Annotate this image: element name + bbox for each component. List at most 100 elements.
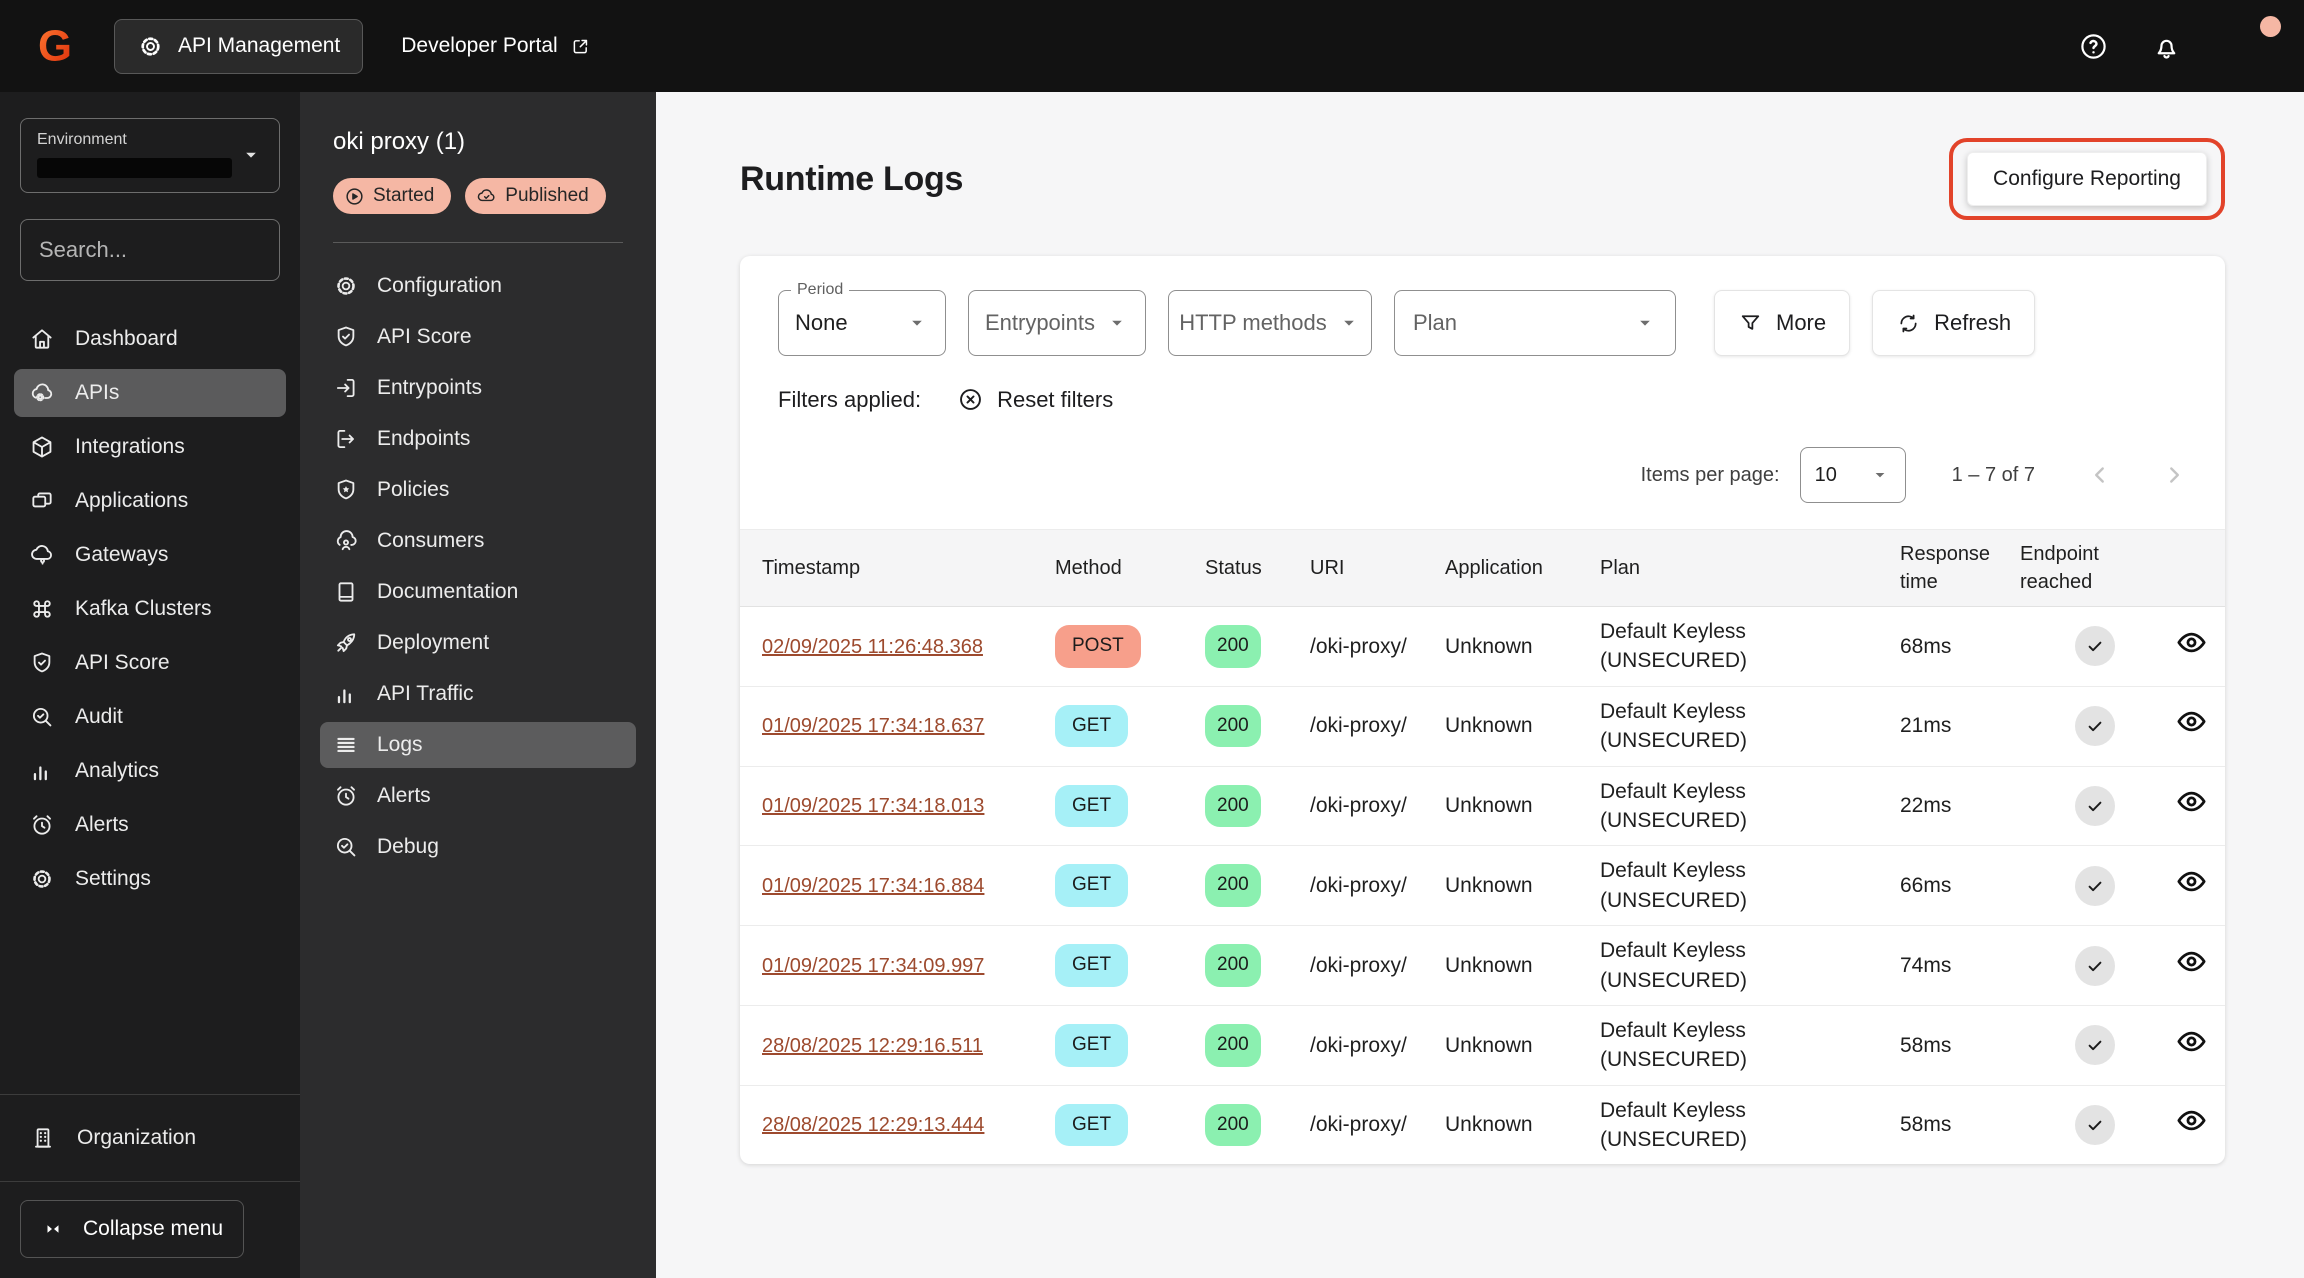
api-menu-item-endpoints[interactable]: Endpoints	[320, 416, 636, 462]
logs-card: Period None Entrypoints HTTP methods Pla…	[740, 256, 2225, 1165]
api-menu-item-deployment[interactable]: Deployment	[320, 620, 636, 666]
funnel-icon	[1738, 311, 1763, 336]
log-timestamp-link[interactable]: 01/09/2025 17:34:18.013	[762, 795, 984, 817]
api-menu-item-label: Documentation	[377, 580, 519, 603]
page-title: Runtime Logs	[740, 159, 964, 198]
user-avatar[interactable]	[2224, 16, 2281, 71]
next-page-button[interactable]	[2161, 462, 2187, 488]
collapse-menu-button[interactable]: Collapse menu	[20, 1200, 245, 1258]
view-log-details-button[interactable]	[2175, 626, 2208, 659]
sidebar-item-alerts[interactable]: Alerts	[14, 801, 286, 849]
check-icon	[2085, 876, 2105, 896]
sidebar-item-dashboard[interactable]: Dashboard	[14, 315, 286, 363]
response-time-cell: 66ms	[1900, 874, 1952, 898]
endpoint-reached-check-icon	[2075, 1105, 2115, 1146]
view-log-details-button[interactable]	[2175, 1025, 2208, 1058]
log-timestamp-link[interactable]: 01/09/2025 17:34:16.884	[762, 875, 984, 897]
sidebar-search[interactable]	[20, 219, 351, 281]
uri-cell: /oki-proxy/	[1310, 714, 1407, 738]
kafka-icon	[29, 596, 55, 622]
view-log-details-button[interactable]	[2175, 1104, 2208, 1137]
api-menu-item-alerts[interactable]: Alerts	[320, 773, 636, 819]
sidebar-item-label: Analytics	[75, 759, 160, 782]
api-menu-item-entrypoints[interactable]: Entrypoints	[320, 365, 636, 411]
sidebar-item-api-score[interactable]: API Score	[14, 639, 286, 687]
application-cell: Unknown	[1445, 794, 1533, 818]
table-body: 02/09/2025 11:26:48.368 POST 200/oki-proxy…	[740, 607, 2225, 1164]
sidebar-item-analytics[interactable]: Analytics	[14, 747, 286, 795]
status-badge: 200	[1205, 864, 1261, 908]
sidebar-item-kafka-clusters[interactable]: Kafka Clusters	[14, 585, 286, 633]
log-row: 02/09/2025 11:26:48.368 POST 200/oki-proxy…	[740, 607, 2225, 687]
endpoint-reached-check-icon	[2075, 1025, 2115, 1066]
environment-value-redacted	[37, 158, 232, 178]
column-header-method: Method	[1055, 557, 1122, 579]
view-log-details-button[interactable]	[2175, 705, 2208, 738]
gravitee-logo-icon[interactable]: G	[30, 21, 80, 71]
app-switcher-button[interactable]: API Management	[114, 18, 364, 74]
application-cell: Unknown	[1445, 874, 1533, 898]
view-log-details-button[interactable]	[2175, 945, 2208, 978]
column-header-timestamp: Timestamp	[762, 557, 861, 579]
log-timestamp-link[interactable]: 28/08/2025 12:29:13.444	[762, 1114, 984, 1136]
sidebar-item-applications[interactable]: Applications	[14, 477, 286, 525]
api-menu-item-label: Consumers	[377, 529, 485, 552]
plan-cell: Default Keyless (UNSECURED)	[1600, 620, 1747, 673]
log-timestamp-link[interactable]: 01/09/2025 17:34:09.997	[762, 955, 984, 977]
environment-select[interactable]: Environment	[20, 118, 280, 193]
view-log-details-button[interactable]	[2175, 785, 2208, 818]
log-timestamp-link[interactable]: 28/08/2025 12:29:16.511	[762, 1035, 983, 1057]
previous-page-button[interactable]	[2087, 462, 2113, 488]
shield-check-icon	[29, 650, 55, 676]
sidebar-item-settings[interactable]: Settings	[14, 855, 286, 903]
notifications-bell-icon[interactable]	[2151, 31, 2182, 62]
main-header: Runtime Logs Configure Reporting	[740, 138, 2225, 220]
http-methods-filter-label: HTTP methods	[1179, 310, 1327, 335]
entrypoints-filter-select[interactable]: Entrypoints	[968, 290, 1146, 356]
log-row: 01/09/2025 17:34:18.637 GET 200/oki-proxy/…	[740, 687, 2225, 767]
check-icon	[2085, 796, 2105, 816]
api-menu-item-debug[interactable]: Debug	[320, 824, 636, 870]
application-cell: Unknown	[1445, 634, 1533, 658]
chevron-down-icon	[1869, 464, 1891, 486]
logs-table: Timestamp Method Status URI Application Plan R…	[740, 529, 2225, 1164]
http-methods-filter-select[interactable]: HTTP methods	[1168, 290, 1372, 356]
plan-cell: Default Keyless (UNSECURED)	[1600, 699, 1747, 753]
more-filters-button[interactable]: More	[1714, 290, 1851, 356]
help-icon[interactable]	[2078, 31, 2109, 62]
sidebar-item-organization[interactable]: Organization	[0, 1095, 300, 1181]
api-menu-item-api-score[interactable]: API Score	[320, 314, 636, 360]
sidebar-item-label: Applications	[75, 489, 189, 512]
api-menu-item-policies[interactable]: Policies	[320, 467, 636, 513]
refresh-label: Refresh	[1934, 310, 2012, 335]
endpoint-reached-check-icon	[2075, 626, 2115, 667]
sidebar-item-label: Settings	[75, 867, 151, 890]
period-select[interactable]: Period None	[778, 281, 946, 356]
sidebar-item-audit[interactable]: Audit	[14, 693, 286, 741]
api-menu-item-api-traffic[interactable]: API Traffic	[320, 671, 636, 717]
api-menu-item-consumers[interactable]: Consumers	[320, 518, 636, 564]
configure-reporting-button[interactable]: Configure Reporting	[1967, 152, 2207, 206]
api-menu-item-documentation[interactable]: Documentation	[320, 569, 636, 615]
reset-filters-button[interactable]: Reset filters	[957, 386, 1113, 413]
api-menu-item-configuration[interactable]: Configuration	[320, 263, 636, 309]
sidebar-item-integrations[interactable]: Integrations	[14, 423, 286, 471]
items-per-page-select[interactable]: 10	[1799, 447, 1906, 503]
pagination-buttons	[2087, 462, 2187, 488]
api-menu-item-logs[interactable]: Logs	[320, 722, 636, 768]
log-timestamp-link[interactable]: 02/09/2025 11:26:48.368	[762, 636, 983, 658]
plan-filter-select[interactable]: Plan	[1394, 290, 1676, 356]
developer-portal-link[interactable]: Developer Portal	[401, 34, 590, 58]
log-timestamp-link[interactable]: 01/09/2025 17:34:18.637	[762, 715, 984, 737]
view-log-details-button[interactable]	[2175, 865, 2208, 898]
rocket-icon	[333, 630, 359, 656]
uri-cell: /oki-proxy/	[1310, 794, 1407, 818]
sidebar-item-apis[interactable]: APIs	[14, 369, 286, 417]
sidebar-item-gateways[interactable]: Gateways	[14, 531, 286, 579]
refresh-button[interactable]: Refresh	[1872, 290, 2036, 356]
sidebar-item-label: Gateways	[75, 543, 169, 566]
api-status-badge-published: Published	[465, 178, 606, 214]
status-badge: 200	[1205, 944, 1261, 987]
search-input[interactable]	[39, 237, 327, 263]
plan-cell: Default Keyless (UNSECURED)	[1600, 859, 1747, 912]
